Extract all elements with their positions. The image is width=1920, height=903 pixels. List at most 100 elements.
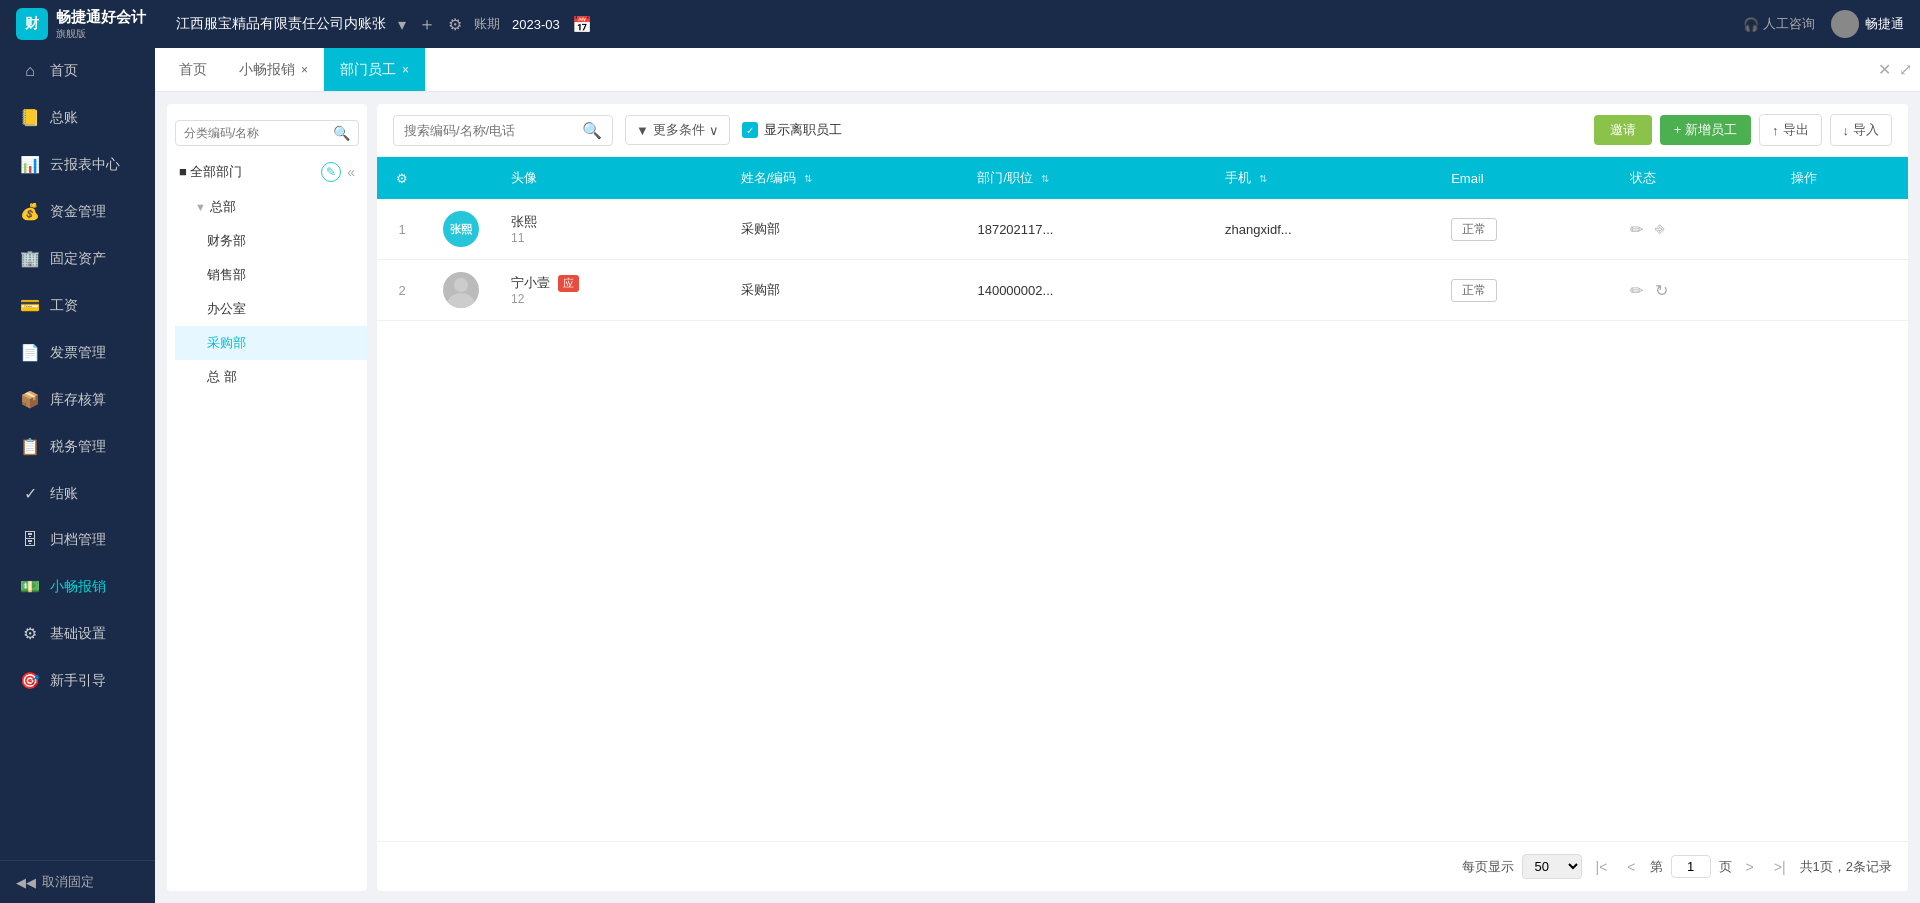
dept-item-purchase[interactable]: 采购部 — [175, 326, 367, 360]
row1-num: 1 — [377, 199, 427, 260]
dept-root[interactable]: ▼ 总部 — [175, 190, 367, 224]
sidebar-item-fixed-assets[interactable]: 🏢 固定资产 — [0, 235, 155, 282]
row2-edit-icon[interactable]: ✏ — [1630, 281, 1643, 300]
page-prefix: 第 — [1650, 858, 1663, 876]
period-value: 2023-03 — [512, 17, 560, 32]
row1-name-block: 张熙 11 — [511, 213, 709, 245]
avatar — [1831, 10, 1859, 38]
sidebar-item-home[interactable]: ⌂ 首页 — [0, 48, 155, 94]
export-button[interactable]: ↑ 导出 — [1759, 114, 1822, 146]
cancel-fixed-button[interactable]: ◀◀ 取消固定 — [0, 860, 155, 903]
sidebar-item-invoice[interactable]: 📄 发票管理 — [0, 329, 155, 376]
row1-name: 张熙 — [511, 213, 709, 231]
tab-dept-employee[interactable]: 部门员工 × — [324, 48, 425, 91]
settings-button[interactable]: ⚙ — [448, 15, 462, 34]
sidebar-item-salary[interactable]: 💳 工资 — [0, 282, 155, 329]
invite-button[interactable]: 邀请 — [1594, 115, 1652, 145]
dept-search-icon: 🔍 — [333, 125, 350, 141]
tab-close-all-button[interactable]: ✕ — [1878, 60, 1891, 79]
col-name[interactable]: 姓名/编码 ⇅ — [725, 157, 962, 199]
sidebar-item-reports[interactable]: 📊 云报表中心 — [0, 141, 155, 188]
row1-edit-icon[interactable]: ✏ — [1630, 220, 1643, 239]
page-suffix: 页 — [1719, 858, 1732, 876]
row2-actions: ✏ ↻ — [1614, 260, 1775, 321]
row2-refresh-icon[interactable]: ↻ — [1655, 281, 1668, 300]
sidebar-label-invoice: 发票管理 — [50, 344, 106, 362]
col-status: 状态 — [1614, 157, 1775, 199]
employee-search-input[interactable] — [404, 123, 576, 138]
row2-num: 2 — [377, 260, 427, 321]
row2-code: 12 — [511, 292, 709, 306]
archive-icon: 🗄 — [20, 531, 40, 549]
tab-expand-button[interactable]: ⤢ — [1899, 60, 1912, 79]
gear-icon: ⚙ — [20, 624, 40, 643]
dept-header-actions: ✎ « — [321, 162, 355, 182]
sidebar-item-guide[interactable]: 🎯 新手引导 — [0, 657, 155, 704]
tab-dept-close[interactable]: × — [402, 63, 409, 77]
first-page-button[interactable]: |< — [1590, 857, 1614, 877]
col-phone[interactable]: 手机 ⇅ — [1209, 157, 1435, 199]
col-settings[interactable]: ⚙ — [377, 157, 427, 199]
ledger-icon: 📒 — [20, 108, 40, 127]
tab-actions: ✕ ⤢ — [1878, 60, 1912, 79]
per-page-select[interactable]: 50 100 200 — [1522, 854, 1582, 879]
sidebar-item-expense[interactable]: 💵 小畅报销 — [0, 563, 155, 610]
support-button[interactable]: 🎧 人工咨询 — [1743, 15, 1815, 33]
row2-avatar-circle — [443, 272, 479, 308]
sidebar-label-archive: 归档管理 — [50, 531, 106, 549]
add-company-button[interactable]: ＋ — [418, 12, 436, 36]
filter-icon: ▼ — [636, 123, 649, 138]
dept-search-box[interactable]: 🔍 — [175, 120, 359, 146]
last-page-button[interactable]: >| — [1768, 857, 1792, 877]
sidebar-item-assets[interactable]: 💰 资金管理 — [0, 188, 155, 235]
col-dept[interactable]: 部门/职位 ⇅ — [961, 157, 1209, 199]
user-area[interactable]: 畅捷通 — [1831, 10, 1904, 38]
row1-name-col: 张熙 11 — [495, 199, 725, 260]
header-right: 🎧 人工咨询 畅捷通 — [1743, 10, 1904, 38]
show-resigned-toggle[interactable]: ✓ 显示离职员工 — [742, 121, 842, 139]
sidebar-label-ledger: 总账 — [50, 109, 78, 127]
calendar-icon[interactable]: 📅 — [572, 15, 592, 34]
dept-all-header[interactable]: ■ 全部部门 ✎ « — [167, 154, 367, 190]
dept-item-general[interactable]: 总 部 — [175, 360, 367, 394]
sidebar-item-checkout[interactable]: ✓ 结账 — [0, 470, 155, 517]
tab-home[interactable]: 首页 — [163, 48, 223, 91]
sidebar-label-checkout: 结账 — [50, 485, 78, 503]
tab-expense[interactable]: 小畅报销 × — [223, 48, 324, 91]
row1-status-tag: 正常 — [1451, 218, 1497, 241]
sidebar-item-settings[interactable]: ⚙ 基础设置 — [0, 610, 155, 657]
row2-phone: 140000002... — [961, 260, 1209, 321]
prev-page-button[interactable]: < — [1621, 857, 1641, 877]
dept-add-button[interactable]: ✎ — [321, 162, 341, 182]
sidebar-item-tax[interactable]: 📋 税务管理 — [0, 423, 155, 470]
sidebar-item-ledger[interactable]: 📒 总账 — [0, 94, 155, 141]
import-icon: ↓ — [1843, 123, 1850, 138]
add-employee-button[interactable]: + 新增员工 — [1660, 115, 1751, 145]
cancel-fixed-label: 取消固定 — [42, 873, 94, 891]
row1-dept: 采购部 — [725, 199, 962, 260]
sidebar-label-guide: 新手引导 — [50, 672, 106, 690]
right-actions: 邀请 + 新增员工 ↑ 导出 ↓ 导入 — [1594, 114, 1892, 146]
filter-label: 更多条件 — [653, 121, 705, 139]
row2-dept: 采购部 — [725, 260, 962, 321]
tab-expense-close[interactable]: × — [301, 63, 308, 77]
employee-search-box[interactable]: 🔍 — [393, 115, 613, 146]
filter-button[interactable]: ▼ 更多条件 ∨ — [625, 115, 730, 145]
dept-item-sales[interactable]: 销售部 — [175, 258, 367, 292]
import-button[interactable]: ↓ 导入 — [1830, 114, 1893, 146]
dept-collapse-button[interactable]: « — [347, 164, 355, 180]
table-header-row: ⚙ 头像 姓名/编码 ⇅ 部门/职位 ⇅ 手机 ⇅ Email 状态 操作 — [377, 157, 1908, 199]
sidebar-item-archive[interactable]: 🗄 归档管理 — [0, 517, 155, 563]
next-page-button[interactable]: > — [1740, 857, 1760, 877]
dept-item-office[interactable]: 办公室 — [175, 292, 367, 326]
expense-icon: 💵 — [20, 577, 40, 596]
resigned-checkbox[interactable]: ✓ — [742, 122, 758, 138]
dept-search-input[interactable] — [184, 126, 329, 140]
dept-item-finance[interactable]: 财务部 — [175, 224, 367, 258]
row1-logout-icon[interactable]: ⎆ — [1655, 220, 1665, 238]
company-dropdown-icon[interactable]: ▾ — [398, 15, 406, 34]
page-number-input[interactable] — [1671, 855, 1711, 878]
logo-icon: 财 — [16, 8, 48, 40]
sidebar: ⌂ 首页 📒 总账 📊 云报表中心 💰 资金管理 🏢 固定资产 💳 工资 📄 发… — [0, 48, 155, 903]
sidebar-item-inventory[interactable]: 📦 库存核算 — [0, 376, 155, 423]
